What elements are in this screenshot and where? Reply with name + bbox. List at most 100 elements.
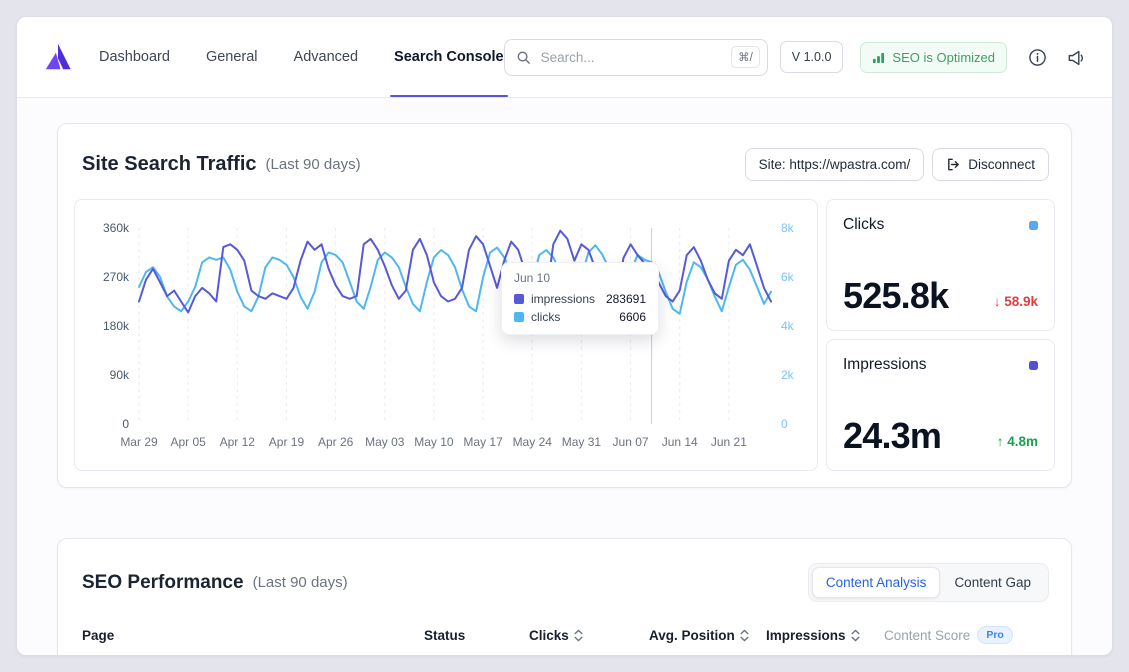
nav-item-general[interactable]: General bbox=[206, 17, 258, 97]
traffic-card-title: Site Search Traffic bbox=[82, 153, 257, 175]
svg-text:Jun 07: Jun 07 bbox=[613, 435, 649, 449]
tab-content-analysis[interactable]: Content Analysis bbox=[811, 567, 941, 598]
column-header-impressions[interactable]: Impressions bbox=[766, 628, 884, 643]
column-header-status: Status bbox=[424, 627, 466, 643]
sort-icon[interactable] bbox=[851, 629, 860, 642]
sort-icon[interactable] bbox=[574, 629, 583, 642]
seo-table-header: Page Status Clicks Avg. Position Impress… bbox=[74, 626, 1055, 655]
version-badge: V 1.0.0 bbox=[779, 41, 844, 73]
impressions-stat-label: Impressions bbox=[843, 356, 927, 373]
column-header-content-score: Content Score Pro bbox=[884, 626, 1047, 644]
page-content: Site Search Traffic (Last 90 days) Site:… bbox=[17, 98, 1112, 655]
svg-text:Apr 05: Apr 05 bbox=[170, 435, 206, 449]
svg-text:May 17: May 17 bbox=[463, 435, 503, 449]
logout-icon bbox=[948, 158, 960, 171]
svg-text:0: 0 bbox=[122, 417, 129, 431]
search-shortcut-hint: ⌘/ bbox=[731, 46, 760, 68]
disconnect-button[interactable]: Disconnect bbox=[932, 148, 1049, 181]
seo-view-switcher: Content Analysis Content Gap bbox=[807, 563, 1049, 602]
traffic-line-chart[interactable]: Mar 29 Apr 05 Apr 12 Apr 19 Apr 26 May 03 May … bbox=[75, 206, 823, 456]
tooltip-impressions-value: 283691 bbox=[605, 292, 646, 306]
svg-text:May 31: May 31 bbox=[562, 435, 602, 449]
column-header-avg-position[interactable]: Avg. Position bbox=[649, 628, 766, 643]
tooltip-date: Jun 10 bbox=[514, 271, 551, 285]
info-button[interactable] bbox=[1028, 48, 1047, 67]
svg-text:Apr 26: Apr 26 bbox=[318, 435, 354, 449]
seo-card-header: SEO Performance (Last 90 days) Content A… bbox=[74, 555, 1055, 602]
global-search[interactable]: ⌘/ bbox=[503, 38, 768, 76]
svg-text:90k: 90k bbox=[110, 368, 130, 382]
disconnect-label: Disconnect bbox=[968, 157, 1035, 172]
clicks-stat-value: 525.8k bbox=[843, 275, 949, 316]
seo-status-badge: SEO is Optimized bbox=[860, 41, 1007, 73]
svg-text:May 24: May 24 bbox=[513, 435, 553, 449]
svg-text:Mar 29: Mar 29 bbox=[120, 435, 158, 449]
impressions-column-label: Impressions bbox=[766, 627, 846, 643]
tooltip-impressions-label: impressions bbox=[531, 292, 596, 306]
clicks-stat-label: Clicks bbox=[843, 216, 885, 233]
svg-text:Apr 19: Apr 19 bbox=[269, 435, 305, 449]
traffic-chart-panel[interactable]: Mar 29 Apr 05 Apr 12 Apr 19 Apr 26 May 03 May … bbox=[74, 199, 818, 471]
tooltip-clicks-value: 6606 bbox=[619, 310, 646, 324]
megaphone-icon bbox=[1068, 50, 1084, 65]
nav-item-search-console[interactable]: Search Console bbox=[390, 17, 508, 97]
svg-text:180k: 180k bbox=[103, 319, 130, 333]
impressions-stat-delta: ↑ 4.8m bbox=[996, 434, 1038, 449]
tab-content-gap[interactable]: Content Gap bbox=[940, 567, 1045, 598]
impressions-stat-value: 24.3m bbox=[843, 415, 942, 456]
tooltip-row-clicks: clicks 6606 bbox=[514, 310, 646, 324]
traffic-card-actions: Site: https://wpastra.com/ Disconnect bbox=[744, 148, 1049, 181]
svg-text:Jun 14: Jun 14 bbox=[662, 435, 698, 449]
nav-item-dashboard[interactable]: Dashboard bbox=[99, 17, 170, 97]
svg-text:Jun 21: Jun 21 bbox=[711, 435, 747, 449]
svg-text:8k: 8k bbox=[781, 221, 795, 235]
pro-badge: Pro bbox=[977, 626, 1013, 644]
top-navbar: Dashboard General Advanced Search Consol… bbox=[17, 17, 1112, 98]
svg-text:360k: 360k bbox=[103, 221, 130, 235]
search-input[interactable] bbox=[538, 48, 724, 66]
tooltip-row-impressions: impressions 283691 bbox=[514, 292, 646, 306]
signal-bars-icon bbox=[873, 52, 885, 63]
svg-text:4k: 4k bbox=[781, 319, 795, 333]
seo-performance-card: SEO Performance (Last 90 days) Content A… bbox=[57, 538, 1072, 655]
brand-logo-icon[interactable] bbox=[43, 42, 73, 72]
svg-text:May 03: May 03 bbox=[365, 435, 405, 449]
info-icon bbox=[1029, 48, 1046, 66]
seo-card-title: SEO Performance bbox=[82, 571, 244, 593]
tooltip-clicks-label: clicks bbox=[531, 310, 561, 324]
site-search-traffic-card: Site Search Traffic (Last 90 days) Site:… bbox=[57, 123, 1072, 488]
app-window: Dashboard General Advanced Search Consol… bbox=[16, 16, 1113, 656]
clicks-series-dot bbox=[1029, 220, 1038, 230]
clicks-legend-swatch bbox=[514, 312, 524, 322]
svg-text:2k: 2k bbox=[781, 368, 795, 382]
impressions-series-dot bbox=[1029, 360, 1038, 370]
content-score-column-label: Content Score bbox=[884, 627, 971, 643]
traffic-stats-column: Clicks 525.8k ↓ 58.9k Impressions 24.3m … bbox=[826, 199, 1055, 471]
chart-tooltip: Jun 10 impressions 283691 clicks 6606 bbox=[501, 262, 659, 335]
svg-text:Apr 12: Apr 12 bbox=[220, 435, 256, 449]
clicks-column-label: Clicks bbox=[529, 627, 569, 643]
clicks-stat-delta: ↓ 58.9k bbox=[993, 294, 1038, 309]
svg-text:0: 0 bbox=[781, 417, 788, 431]
sort-icon[interactable] bbox=[740, 629, 749, 642]
svg-text:270k: 270k bbox=[103, 270, 130, 284]
traffic-body: Mar 29 Apr 05 Apr 12 Apr 19 Apr 26 May 03 May … bbox=[74, 199, 1055, 471]
svg-text:6k: 6k bbox=[781, 270, 795, 284]
nav-item-advanced[interactable]: Advanced bbox=[294, 17, 359, 97]
column-header-page: Page bbox=[82, 627, 115, 643]
seo-card-subtitle: (Last 90 days) bbox=[252, 574, 348, 591]
impressions-legend-swatch bbox=[514, 294, 524, 304]
traffic-card-subtitle: (Last 90 days) bbox=[265, 156, 361, 173]
main-nav: Dashboard General Advanced Search Consol… bbox=[99, 17, 508, 97]
app-root: { "nav": { "items": [ {"label": "Dashboa… bbox=[0, 0, 1129, 672]
seo-status-label: SEO is Optimized bbox=[892, 49, 995, 65]
announcements-button[interactable] bbox=[1065, 48, 1086, 67]
impressions-stat-card: Impressions 24.3m ↑ 4.8m bbox=[826, 339, 1055, 471]
site-url-button[interactable]: Site: https://wpastra.com/ bbox=[744, 148, 925, 181]
column-header-clicks[interactable]: Clicks bbox=[529, 628, 649, 643]
traffic-card-header: Site Search Traffic (Last 90 days) Site:… bbox=[74, 140, 1055, 199]
avg-position-column-label: Avg. Position bbox=[649, 627, 735, 643]
search-icon bbox=[517, 51, 530, 64]
clicks-stat-card: Clicks 525.8k ↓ 58.9k bbox=[826, 199, 1055, 331]
svg-text:May 10: May 10 bbox=[414, 435, 454, 449]
